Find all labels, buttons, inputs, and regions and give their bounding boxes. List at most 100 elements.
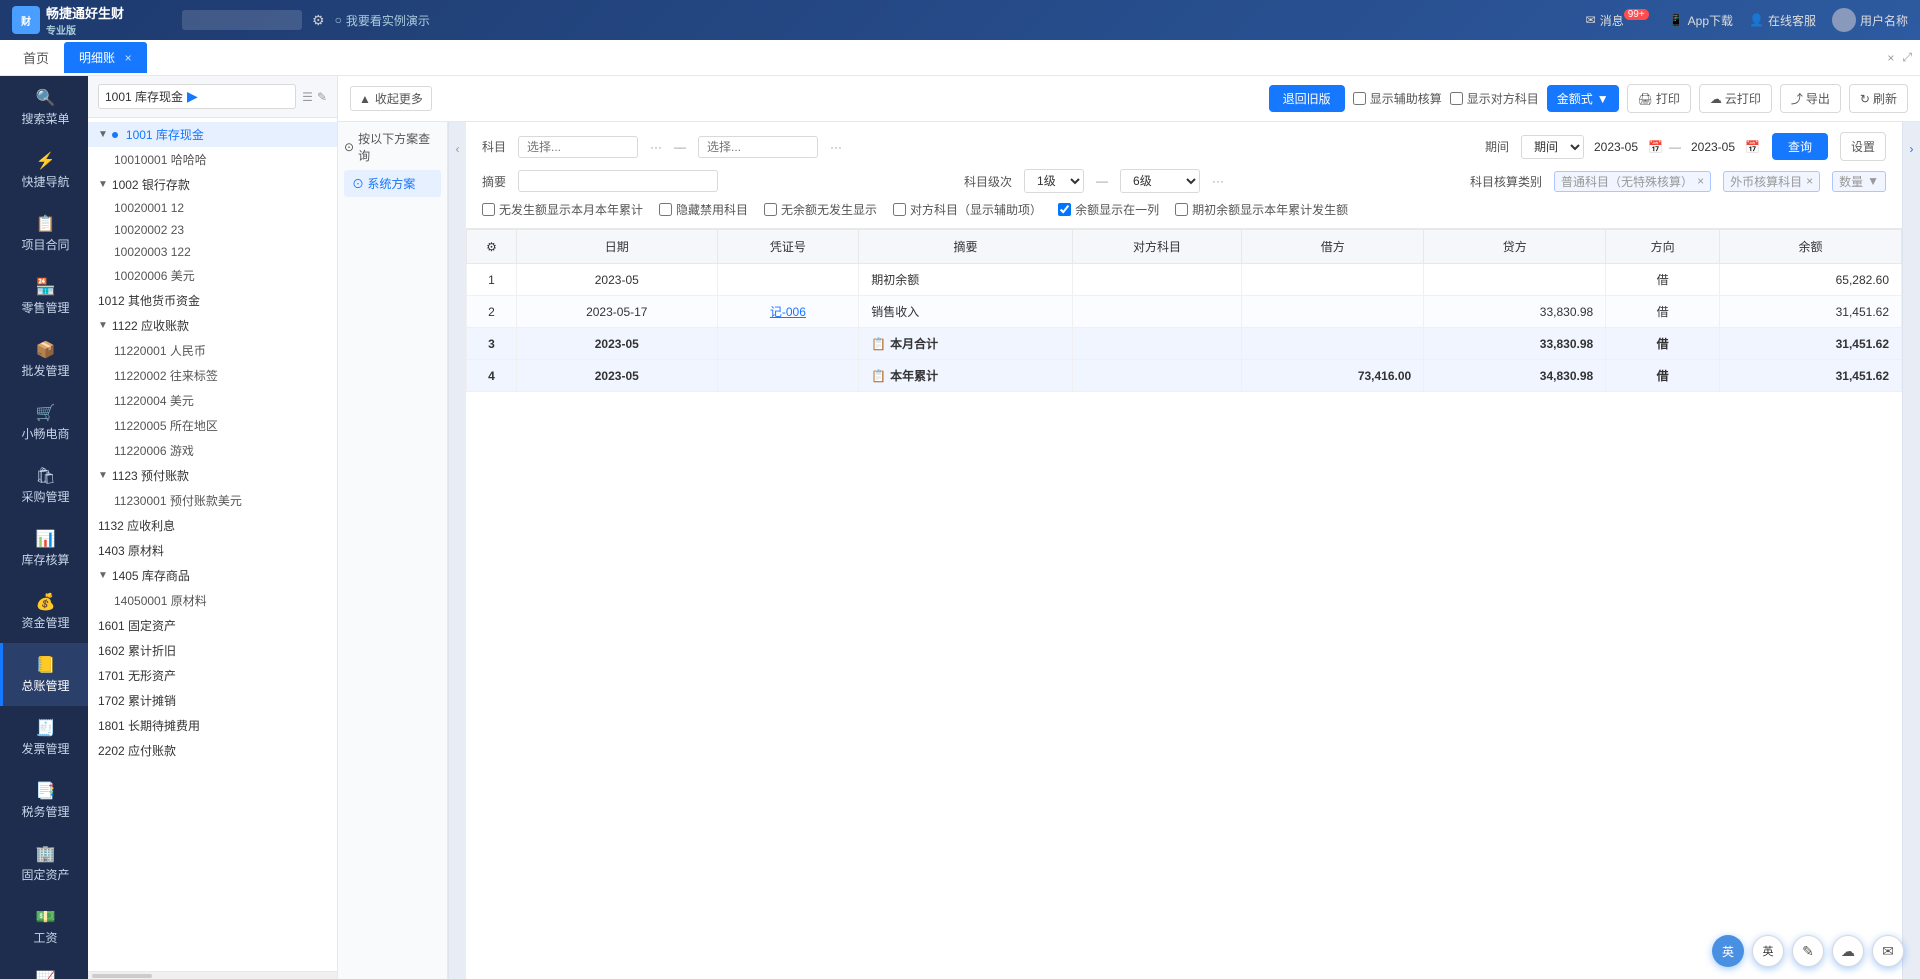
opt-no-occur-input[interactable] <box>482 203 495 216</box>
col-config[interactable]: ⚙ <box>467 230 517 264</box>
user-area[interactable]: 用户名称 <box>1832 8 1908 32</box>
sidebar-item-salary[interactable]: 💵 工资 <box>0 895 88 958</box>
level-from-select[interactable]: 1级 <box>1024 169 1084 193</box>
tree-item-1602[interactable]: 1602 累计折旧 <box>88 638 337 663</box>
export-btn[interactable]: ⤴ 导出 <box>1780 84 1841 113</box>
account-list-icon[interactable]: ☰ <box>302 90 313 104</box>
tree-item-10010001[interactable]: 10010001 哈哈哈 <box>88 147 337 172</box>
sidebar-item-wholesale[interactable]: 📦 批发管理 <box>0 328 88 391</box>
opt-hide-disabled-input[interactable] <box>659 203 672 216</box>
tree-item-11220004[interactable]: 11220004 美元 <box>88 388 337 413</box>
online-service-btn[interactable]: 👤 在线客服 <box>1749 12 1816 29</box>
tab-close-icon[interactable]: × <box>125 51 132 65</box>
float-main-btn[interactable]: 英 <box>1712 935 1744 967</box>
sidebar-item-ecommerce[interactable]: 🛒 小畅电商 <box>0 391 88 454</box>
format-dropdown[interactable]: 金额式 ▼ <box>1547 85 1619 112</box>
account-edit-icon[interactable]: ✎ <box>317 90 327 104</box>
tree-item-11220002[interactable]: 11220002 往来标签 <box>88 363 337 388</box>
opt-no-balance[interactable]: 无余额无发生显示 <box>764 201 877 218</box>
tree-item-1012[interactable]: 1012 其他货币资金 <box>88 288 337 313</box>
tab-close-btn[interactable]: × <box>1887 51 1894 65</box>
opt-contra[interactable]: 对方科目（显示辅助项） <box>893 201 1042 218</box>
tree-item-10020003[interactable]: 10020003 122 <box>88 241 337 263</box>
sidebar-item-capital[interactable]: 💰 资金管理 <box>0 580 88 643</box>
show-aux-input[interactable] <box>1353 92 1366 105</box>
tab-ledger[interactable]: 明细账 × <box>64 42 147 73</box>
tree-item-1405[interactable]: ▼ 1405 库存商品 <box>88 563 337 588</box>
opt-hide-disabled[interactable]: 隐藏禁用科目 <box>659 201 748 218</box>
sidebar-item-retail[interactable]: 🏪 零售管理 <box>0 265 88 328</box>
tree-item-1601[interactable]: 1601 固定资产 <box>88 613 337 638</box>
float-edit-icon[interactable]: ✎ <box>1792 935 1824 967</box>
opt-balance-col[interactable]: 余额显示在一列 <box>1058 201 1159 218</box>
tree-item-1122[interactable]: ▼ 1122 应收账款 <box>88 313 337 338</box>
sidebar-item-search[interactable]: 🔍 搜索菜单 <box>0 76 88 139</box>
subject-to-input[interactable] <box>698 136 818 158</box>
level-to-select[interactable]: 6级 <box>1120 169 1200 193</box>
top-search-input[interactable] <box>182 10 302 30</box>
account-current-selector[interactable]: 1001 库存现金 ▶ <box>98 84 296 109</box>
gear-icon[interactable]: ⚙ <box>312 12 325 29</box>
message-btn[interactable]: ✉ 消息 99+ <box>1586 12 1653 29</box>
date-from-icon[interactable]: 📅 <box>1648 140 1663 154</box>
sidebar-item-assets[interactable]: 🏢 固定资产 <box>0 832 88 895</box>
tab-maximize-icon[interactable]: ⤢ <box>1902 50 1912 65</box>
collapse-panel-btn[interactable]: ‹ <box>448 122 466 979</box>
opt-opening-input[interactable] <box>1175 203 1188 216</box>
app-download-btn[interactable]: 📱 App下载 <box>1669 12 1733 29</box>
tag-quantity-dropdown[interactable]: ▼ <box>1867 174 1879 188</box>
sidebar-item-project[interactable]: 📋 项目合同 <box>0 202 88 265</box>
opt-no-balance-input[interactable] <box>764 203 777 216</box>
print-btn[interactable]: 🖨 打印 <box>1627 84 1691 113</box>
tree-item-11220001[interactable]: 11220001 人民币 <box>88 338 337 363</box>
subject-input[interactable] <box>518 136 638 158</box>
tree-item-1403[interactable]: 1403 原材料 <box>88 538 337 563</box>
cell-voucher[interactable]: 记-006 <box>717 296 859 328</box>
tag-normal-close[interactable]: × <box>1697 174 1704 188</box>
right-panel-toggle[interactable]: › <box>1902 122 1920 979</box>
settings-btn[interactable]: 设置 <box>1840 132 1886 161</box>
tree-item-11220006[interactable]: 11220006 游戏 <box>88 438 337 463</box>
date-to-icon[interactable]: 📅 <box>1745 140 1760 154</box>
tree-item-1123[interactable]: ▼ 1123 预付账款 <box>88 463 337 488</box>
tree-item-1001[interactable]: ▼ 1001 库存现金 <box>88 122 337 147</box>
sidebar-item-business[interactable]: 📈 经营管理 <box>0 958 88 979</box>
system-scheme-item[interactable]: ⊙ 系统方案 <box>344 170 441 197</box>
sidebar-item-invoice[interactable]: 🧾 发票管理 <box>0 706 88 769</box>
tree-item-1132[interactable]: 1132 应收利息 <box>88 513 337 538</box>
tree-item-1801[interactable]: 1801 长期待摊费用 <box>88 713 337 738</box>
expand-btn[interactable]: ▲ 收起更多 <box>350 86 432 111</box>
tree-item-1701[interactable]: 1701 无形资产 <box>88 663 337 688</box>
sidebar-item-tax[interactable]: 📑 税务管理 <box>0 769 88 832</box>
tree-item-10020001[interactable]: 10020001 12 <box>88 197 337 219</box>
tag-foreign-close[interactable]: × <box>1806 174 1813 188</box>
tree-item-10020006[interactable]: 10020006 美元 <box>88 263 337 288</box>
back-old-btn[interactable]: 退回旧版 <box>1269 85 1345 112</box>
float-lang-en[interactable]: 英 <box>1752 935 1784 967</box>
show-aux-checkbox[interactable]: 显示辅助核算 <box>1353 90 1442 107</box>
horizontal-scrollbar[interactable] <box>88 971 337 979</box>
tree-item-11220005[interactable]: 11220005 所在地区 <box>88 413 337 438</box>
show-contra-checkbox[interactable]: 显示对方科目 <box>1450 90 1539 107</box>
opt-contra-input[interactable] <box>893 203 906 216</box>
sidebar-item-quicknav[interactable]: ⚡ 快捷导航 <box>0 139 88 202</box>
tree-item-1002[interactable]: ▼ 1002 银行存款 <box>88 172 337 197</box>
opt-balance-col-input[interactable] <box>1058 203 1071 216</box>
query-btn[interactable]: 查询 <box>1772 133 1828 160</box>
tab-home[interactable]: 首页 <box>8 41 64 74</box>
show-contra-input[interactable] <box>1450 92 1463 105</box>
demo-link[interactable]: ○ 我要看实例演示 <box>335 12 430 29</box>
opt-no-occur[interactable]: 无发生额显示本月本年累计 <box>482 201 643 218</box>
tree-item-11230001[interactable]: 11230001 预付账款美元 <box>88 488 337 513</box>
sidebar-item-purchase[interactable]: 🛍 采购管理 <box>0 454 88 517</box>
sidebar-item-ledger[interactable]: 📒 总账管理 <box>0 643 88 706</box>
refresh-btn[interactable]: ↻ 刷新 <box>1849 84 1908 113</box>
opt-opening[interactable]: 期初余额显示本年累计发生额 <box>1175 201 1348 218</box>
period-type-select[interactable]: 期间 <box>1521 135 1584 159</box>
tree-item-2202[interactable]: 2202 应付账款 <box>88 738 337 763</box>
summary-input[interactable] <box>518 170 718 192</box>
sidebar-item-inventory[interactable]: 📊 库存核算 <box>0 517 88 580</box>
cloud-print-btn[interactable]: ☁ 云打印 <box>1699 84 1772 113</box>
float-mail-icon[interactable]: ✉ <box>1872 935 1904 967</box>
float-cloud-icon[interactable]: ☁ <box>1832 935 1864 967</box>
